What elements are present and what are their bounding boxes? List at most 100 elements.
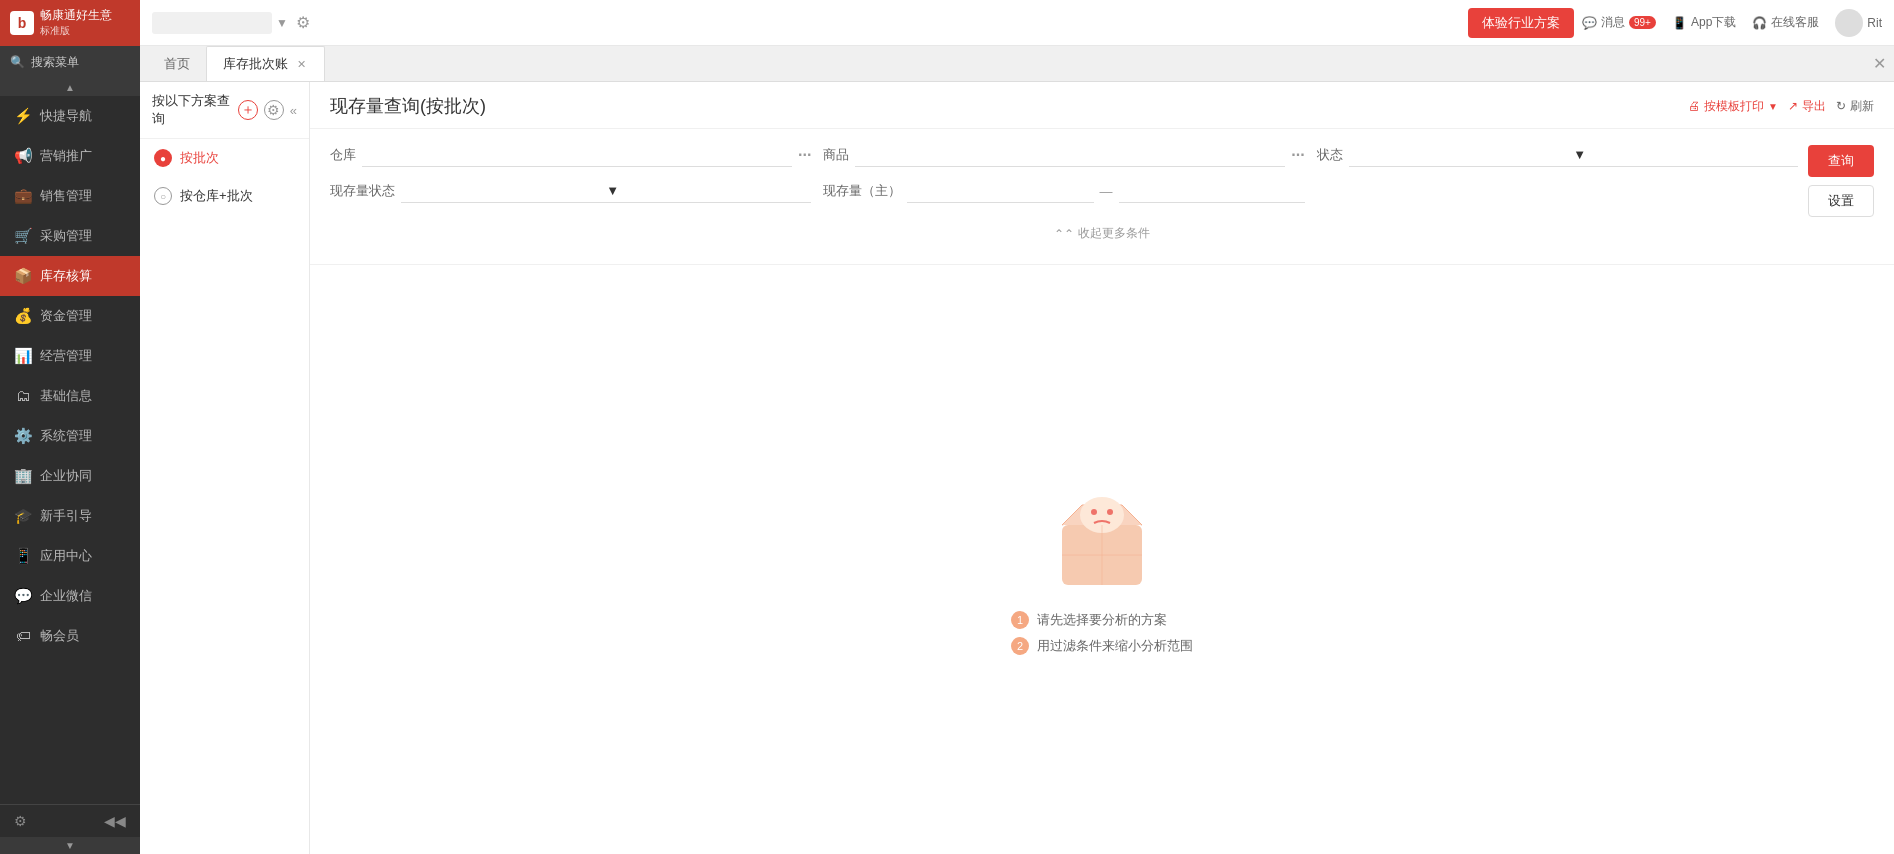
- stock-qty-from[interactable]: [907, 179, 1093, 203]
- warehouse-dots-btn[interactable]: ···: [798, 146, 811, 164]
- collapse-left-btn[interactable]: «: [290, 103, 297, 118]
- wechat-label: 企业微信: [40, 587, 92, 605]
- sidebar-item-purchase[interactable]: 🛒 采购管理: [0, 216, 140, 256]
- tab-close-btn[interactable]: ✕: [294, 57, 308, 71]
- collapse-more-label: 收起更多条件: [1078, 225, 1150, 242]
- sidebar-item-inventory[interactable]: 📦 库存核算: [0, 256, 140, 296]
- scheme-warehouse-batch-label: 按仓库+批次: [180, 187, 253, 205]
- scheme-settings-btn[interactable]: ⚙: [264, 100, 284, 120]
- online-service-label: 在线客服: [1771, 14, 1819, 31]
- operations-label: 经营管理: [40, 347, 92, 365]
- sidebar-item-finance[interactable]: 💰 资金管理: [0, 296, 140, 336]
- empty-state: 1 请先选择要分析的方案 2 用过滤条件来缩小分析范围: [310, 265, 1894, 854]
- user-profile-btn[interactable]: Rit: [1835, 9, 1882, 37]
- warehouse-filter: 仓库 ···: [330, 143, 811, 167]
- username: Rit: [1867, 16, 1882, 30]
- export-btn[interactable]: ↗ 导出: [1788, 98, 1826, 115]
- breadcrumb: ▼: [152, 12, 288, 34]
- sidebar-item-appstore[interactable]: 📱 应用中心: [0, 536, 140, 576]
- empty-tip-2: 2 用过滤条件来缩小分析范围: [1011, 637, 1193, 655]
- enterprise-label: 企业协同: [40, 467, 92, 485]
- inventory-icon: 📦: [14, 267, 32, 285]
- sidebar-item-basic[interactable]: 🗂 基础信息: [0, 376, 140, 416]
- left-panel-header: 按以下方案查询 ＋ ⚙ «: [140, 82, 309, 139]
- tab-home[interactable]: 首页: [148, 47, 206, 81]
- sales-label: 销售管理: [40, 187, 92, 205]
- sidebar-item-sales[interactable]: 💼 销售管理: [0, 176, 140, 216]
- member-label: 畅会员: [40, 627, 79, 645]
- sidebar-scroll-up[interactable]: ▲: [0, 79, 140, 96]
- appstore-label: 应用中心: [40, 547, 92, 565]
- stock-status-label: 现存量状态: [330, 182, 395, 200]
- enterprise-icon: 🏢: [14, 467, 32, 485]
- print-dropdown-arrow[interactable]: ▼: [1768, 101, 1778, 112]
- goods-dots-btn[interactable]: ···: [1291, 146, 1304, 164]
- headset-icon: 🎧: [1752, 16, 1767, 30]
- sidebar-scroll-down[interactable]: ▼: [0, 837, 140, 854]
- scheme-item-warehouse-batch[interactable]: ○ 按仓库+批次: [140, 177, 309, 215]
- sidebar-item-enterprise[interactable]: 🏢 企业协同: [0, 456, 140, 496]
- breadcrumb-input[interactable]: [152, 12, 272, 34]
- sidebar-item-member[interactable]: 🏷 畅会员: [0, 616, 140, 656]
- tab-inventory-batch-label: 库存批次账: [223, 55, 288, 73]
- filter-row-1: 仓库 ··· 商品 ··· 状态: [330, 143, 1798, 167]
- add-scheme-btn[interactable]: ＋: [238, 100, 258, 120]
- industry-btn[interactable]: 体验行业方案: [1468, 8, 1574, 38]
- left-panel-title: 按以下方案查询: [152, 92, 238, 128]
- export-icon: ↗: [1788, 99, 1798, 113]
- stock-status-dropdown[interactable]: ▼: [401, 179, 811, 203]
- topbar-actions: 💬 消息 99+ 📱 App下载 🎧 在线客服 Rit: [1582, 9, 1882, 37]
- online-service-btn[interactable]: 🎧 在线客服: [1752, 14, 1819, 31]
- system-label: 系统管理: [40, 427, 92, 445]
- collapse-sidebar-icon[interactable]: ◀◀: [104, 813, 126, 829]
- tabbar-close-all-btn[interactable]: ✕: [1873, 54, 1886, 73]
- settings-icon[interactable]: ⚙: [14, 813, 27, 829]
- query-button[interactable]: 查询: [1808, 145, 1874, 177]
- stock-qty-to[interactable]: [1119, 179, 1305, 203]
- tip-text-2: 用过滤条件来缩小分析范围: [1037, 637, 1193, 655]
- stock-status-arrow: ▼: [606, 183, 803, 198]
- main-area: ▼ ⚙ 体验行业方案 💬 消息 99+ 📱 App下载 🎧 在线客服 Rit: [140, 0, 1894, 854]
- print-template-btn[interactable]: 🖨 按模板打印 ▼: [1688, 98, 1778, 115]
- sidebar-bottom: ⚙ ◀◀: [0, 804, 140, 837]
- finance-icon: 💰: [14, 307, 32, 325]
- sidebar-item-marketing[interactable]: 📢 营销推广: [0, 136, 140, 176]
- sidebar-search[interactable]: 🔍 搜索菜单: [0, 46, 140, 79]
- shortcuts-label: 快捷导航: [40, 107, 92, 125]
- svg-point-3: [1107, 509, 1113, 515]
- avatar: [1835, 9, 1863, 37]
- collapse-up-icon: ⌃⌃: [1054, 227, 1074, 241]
- settings-button[interactable]: 设置: [1808, 185, 1874, 217]
- status-dropdown[interactable]: ▼: [1349, 143, 1798, 167]
- left-panel: 按以下方案查询 ＋ ⚙ « ● 按批次 ○ 按仓库+批次: [140, 82, 310, 854]
- sidebar-item-shortcuts[interactable]: ⚡ 快捷导航: [0, 96, 140, 136]
- app-company: 畅康通好生意: [40, 8, 112, 24]
- filter-row-2: 现存量状态 ▼ 现存量（主） —: [330, 179, 1798, 203]
- app-edition: 标准版: [40, 24, 112, 38]
- app-info: 畅康通好生意 标准版: [40, 8, 112, 38]
- warehouse-input[interactable]: [362, 143, 792, 167]
- sidebar-item-system[interactable]: ⚙️ 系统管理: [0, 416, 140, 456]
- scheme-item-batch[interactable]: ● 按批次: [140, 139, 309, 177]
- settings-gear-icon[interactable]: ⚙: [296, 13, 310, 32]
- scheme-batch-label: 按批次: [180, 149, 219, 167]
- export-label: 导出: [1802, 98, 1826, 115]
- sidebar-item-wechat[interactable]: 💬 企业微信: [0, 576, 140, 616]
- sidebar-item-operations[interactable]: 📊 经营管理: [0, 336, 140, 376]
- stock-qty-label: 现存量（主）: [823, 182, 901, 200]
- message-btn[interactable]: 💬 消息 99+: [1582, 14, 1656, 31]
- goods-filter: 商品 ···: [823, 143, 1304, 167]
- scheme-icon-gray: ○: [154, 187, 172, 205]
- finance-label: 资金管理: [40, 307, 92, 325]
- refresh-btn[interactable]: ↻ 刷新: [1836, 98, 1874, 115]
- collapse-more-btn[interactable]: ⌃⌃ 收起更多条件: [330, 217, 1874, 250]
- sidebar-item-guide[interactable]: 🎓 新手引导: [0, 496, 140, 536]
- goods-input[interactable]: [855, 143, 1285, 167]
- stock-status-filter: 现存量状态 ▼: [330, 179, 811, 203]
- tab-inventory-batch[interactable]: 库存批次账 ✕: [206, 46, 325, 81]
- shortcuts-icon: ⚡: [14, 107, 32, 125]
- scheme-icon-red: ●: [154, 149, 172, 167]
- sidebar-nav: ⚡ 快捷导航 📢 营销推广 💼 销售管理 🛒 采购管理 📦 库存核算 💰 资金管…: [0, 96, 140, 804]
- empty-tip-1: 1 请先选择要分析的方案: [1011, 611, 1193, 629]
- app-download-btn[interactable]: 📱 App下载: [1672, 14, 1736, 31]
